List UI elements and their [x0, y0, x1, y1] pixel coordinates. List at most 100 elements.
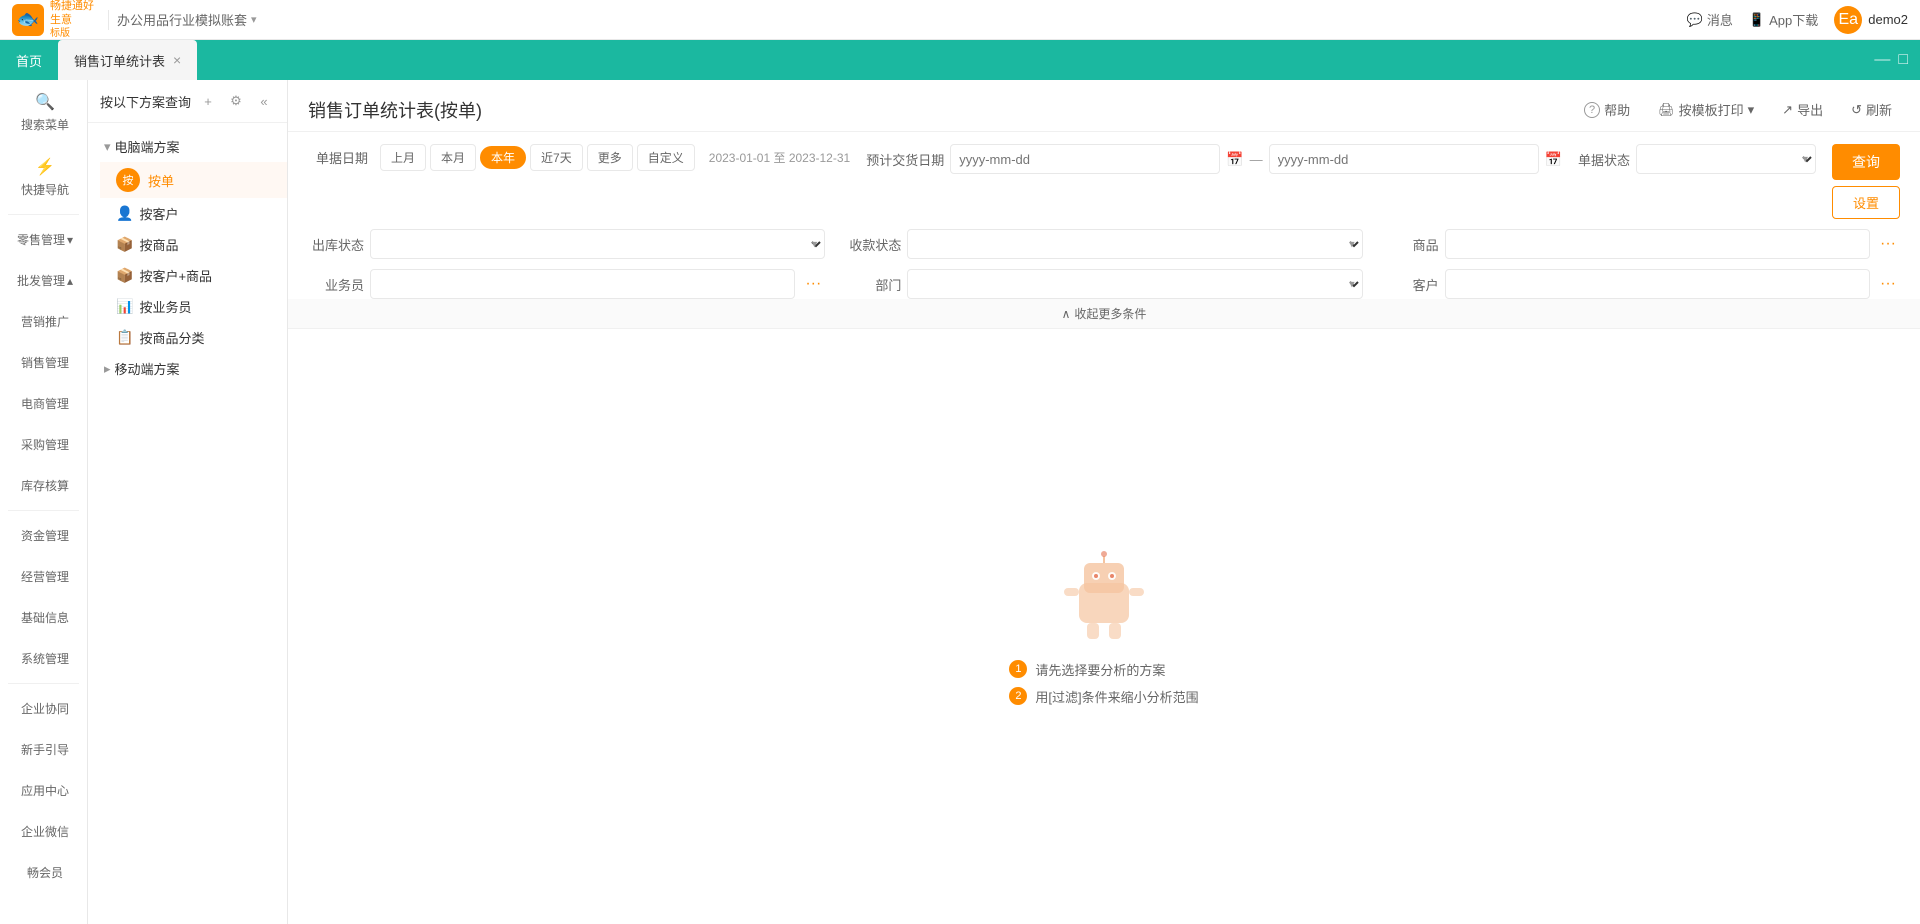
staff-item: 业务员 ···: [308, 269, 825, 299]
date-btn-this-month[interactable]: 本月: [430, 144, 476, 171]
tree-group-mobile-header[interactable]: ▸ 移动端方案: [88, 353, 287, 384]
sidebar-item-purchase[interactable]: 采购管理: [0, 424, 87, 465]
tab-close-icon[interactable]: ×: [173, 53, 181, 67]
date-btn-this-year[interactable]: 本年: [480, 146, 526, 169]
date-options: 上月 本月 本年 近7天 更多 自定义: [380, 144, 695, 171]
out-status-wrapper: ▾: [370, 229, 825, 259]
logo-text: 畅捷通好生意 标版: [50, 0, 100, 40]
refresh-icon: ↺: [1851, 102, 1862, 118]
tab-maximize-button[interactable]: □: [1898, 51, 1908, 69]
sidebar-item-sales[interactable]: 销售管理: [0, 342, 87, 383]
left-panel-settings-button[interactable]: ⚙: [225, 90, 247, 112]
help-button[interactable]: ? 帮助: [1576, 96, 1638, 123]
main-panel: 销售订单统计表(按单) ? 帮助 🖨 按模板打印 ▾ ↗ 导出: [288, 80, 1920, 924]
tree-item-by-product[interactable]: 📦 按商品: [100, 229, 287, 260]
top-bar-divider: [108, 10, 109, 30]
tree-item-by-cust-prod[interactable]: 📦 按客户+商品: [100, 260, 287, 291]
tree-item-by-staff[interactable]: 📊 按业务员: [100, 291, 287, 322]
date-btn-prev-month[interactable]: 上月: [380, 144, 426, 171]
sidebar-item-newbie[interactable]: 新手引导: [0, 729, 87, 770]
sidebar-item-wechat[interactable]: 企业微信: [0, 811, 87, 852]
sidebar-item-member[interactable]: 畅会员: [0, 852, 87, 893]
sidebar-item-marketing[interactable]: 营销推广: [0, 301, 87, 342]
doc-status-select-wrapper: ▾: [1636, 144, 1816, 174]
sidebar-item-collab[interactable]: 企业协同: [0, 688, 87, 729]
customer-label: 客户: [1383, 275, 1439, 294]
sidebar-item-finance[interactable]: 资金管理: [0, 515, 87, 556]
empty-state: 1 请先选择要分析的方案 2 用[过滤]条件来缩小分析范围: [288, 329, 1920, 924]
date-btn-custom[interactable]: 自定义: [637, 144, 695, 171]
setting-button[interactable]: 设置: [1832, 186, 1900, 219]
refresh-button[interactable]: ↺ 刷新: [1843, 96, 1900, 123]
query-button[interactable]: 查询: [1832, 144, 1900, 180]
sidebar-item-search[interactable]: 🔍 搜索菜单: [0, 80, 87, 145]
expected-date-label: 预计交货日期: [866, 150, 944, 169]
empty-hint: 1 请先选择要分析的方案 2 用[过滤]条件来缩小分析范围: [1009, 660, 1198, 706]
top-bar-title: 办公用品行业模拟账套 ▾: [117, 10, 257, 29]
tree-group-pc-header[interactable]: ▾ 电脑端方案: [88, 131, 287, 162]
hint-num-1: 1: [1009, 660, 1027, 678]
message-button[interactable]: 💬 消息: [1687, 10, 1733, 29]
staff-input[interactable]: [370, 269, 795, 299]
logo-area: 🐟 畅捷通好生意 标版: [12, 0, 100, 40]
title-dropdown-arrow[interactable]: ▾: [251, 13, 257, 26]
tree-group-mobile: ▸ 移动端方案: [88, 353, 287, 384]
product-input[interactable]: [1445, 229, 1870, 259]
tab-home[interactable]: 首页: [0, 40, 58, 80]
template-print-button[interactable]: 🖨 按模板打印 ▾: [1650, 96, 1762, 123]
out-status-select[interactable]: [370, 229, 825, 259]
sidebar-item-system[interactable]: 系统管理: [0, 638, 87, 679]
sidebar-item-ops[interactable]: 经营管理: [0, 556, 87, 597]
tree-group-pc-children: 按 按单 👤 按客户 📦 按商品 📦 按客: [88, 162, 287, 353]
main-layout: 🔍 搜索菜单 ⚡ 快捷导航 零售管理 ▾ 批发管理 ▴ 营销推广 销售管理 电商…: [0, 80, 1920, 924]
tree-item-by-order[interactable]: 按 按单: [100, 162, 287, 198]
date-range-text: 2023-01-01 至 2023-12-31: [709, 149, 850, 166]
retail-chevron: ▾: [67, 233, 73, 247]
left-panel-header: 按以下方案查询 + ⚙ «: [88, 80, 287, 123]
export-button[interactable]: ↗ 导出: [1774, 96, 1831, 123]
customer-item: 客户 ···: [1383, 269, 1900, 299]
user-area[interactable]: Ea demo2: [1834, 6, 1908, 34]
customer-more-dots[interactable]: ···: [1876, 275, 1900, 293]
left-panel-add-button[interactable]: +: [197, 90, 219, 112]
sidebar-item-basic[interactable]: 基础信息: [0, 597, 87, 638]
customer-input[interactable]: [1445, 269, 1870, 299]
payment-status-select[interactable]: [907, 229, 1362, 259]
expected-date-from-input[interactable]: [950, 144, 1220, 174]
sidebar-item-wholesale[interactable]: 批发管理 ▴: [0, 260, 87, 301]
staff-more-dots[interactable]: ···: [801, 275, 825, 293]
sidebar-item-quick-nav[interactable]: ⚡ 快捷导航: [0, 145, 87, 210]
tab-order-stat[interactable]: 销售订单统计表 ×: [58, 40, 197, 80]
customer-icon: 👤: [116, 205, 133, 222]
left-panel-collapse-button[interactable]: «: [253, 90, 275, 112]
empty-illustration: [1054, 548, 1154, 648]
top-bar: 🐟 畅捷通好生意 标版 办公用品行业模拟账套 ▾ 💬 消息 📱 App下载 Ea…: [0, 0, 1920, 40]
calendar-to-icon[interactable]: 📅: [1545, 151, 1562, 168]
expected-date-to-input[interactable]: [1269, 144, 1539, 174]
product-more-dots[interactable]: ···: [1876, 235, 1900, 253]
doc-status-select[interactable]: [1636, 144, 1816, 174]
top-bar-right: 💬 消息 📱 App下载 Ea demo2: [1687, 6, 1908, 34]
dept-item: 部门 ▾: [845, 269, 1362, 299]
app-download-button[interactable]: 📱 App下载: [1749, 10, 1818, 29]
cust-prod-icon: 📦: [116, 267, 133, 284]
sidebar-item-app-center[interactable]: 应用中心: [0, 770, 87, 811]
tree-item-by-category[interactable]: 📋 按商品分类: [100, 322, 287, 353]
date-btn-last-7[interactable]: 近7天: [530, 144, 583, 171]
tree-item-by-customer[interactable]: 👤 按客户: [100, 198, 287, 229]
sidebar-divider-2: [8, 510, 79, 511]
calendar-from-icon[interactable]: 📅: [1226, 151, 1243, 168]
staff-label: 业务员: [308, 275, 364, 294]
hint-item-1: 1 请先选择要分析的方案: [1009, 660, 1198, 679]
dept-select[interactable]: [907, 269, 1362, 299]
collapse-bar[interactable]: ∧ 收起更多条件: [288, 299, 1920, 329]
date-btn-more[interactable]: 更多: [587, 144, 633, 171]
tab-minimize-button[interactable]: —: [1874, 51, 1890, 69]
wholesale-chevron: ▴: [67, 274, 73, 288]
header-actions: ? 帮助 🖨 按模板打印 ▾ ↗ 导出 ↺ 刷新: [1576, 96, 1900, 123]
filter-section: 单据日期 上月 本月 本年 近7天 更多 自定义 2023-01-01 至 20…: [288, 132, 1920, 299]
sidebar-item-retail[interactable]: 零售管理 ▾: [0, 219, 87, 260]
staff-icon: 📊: [116, 298, 133, 315]
sidebar-item-stock[interactable]: 库存核算: [0, 465, 87, 506]
sidebar-item-ecom[interactable]: 电商管理: [0, 383, 87, 424]
